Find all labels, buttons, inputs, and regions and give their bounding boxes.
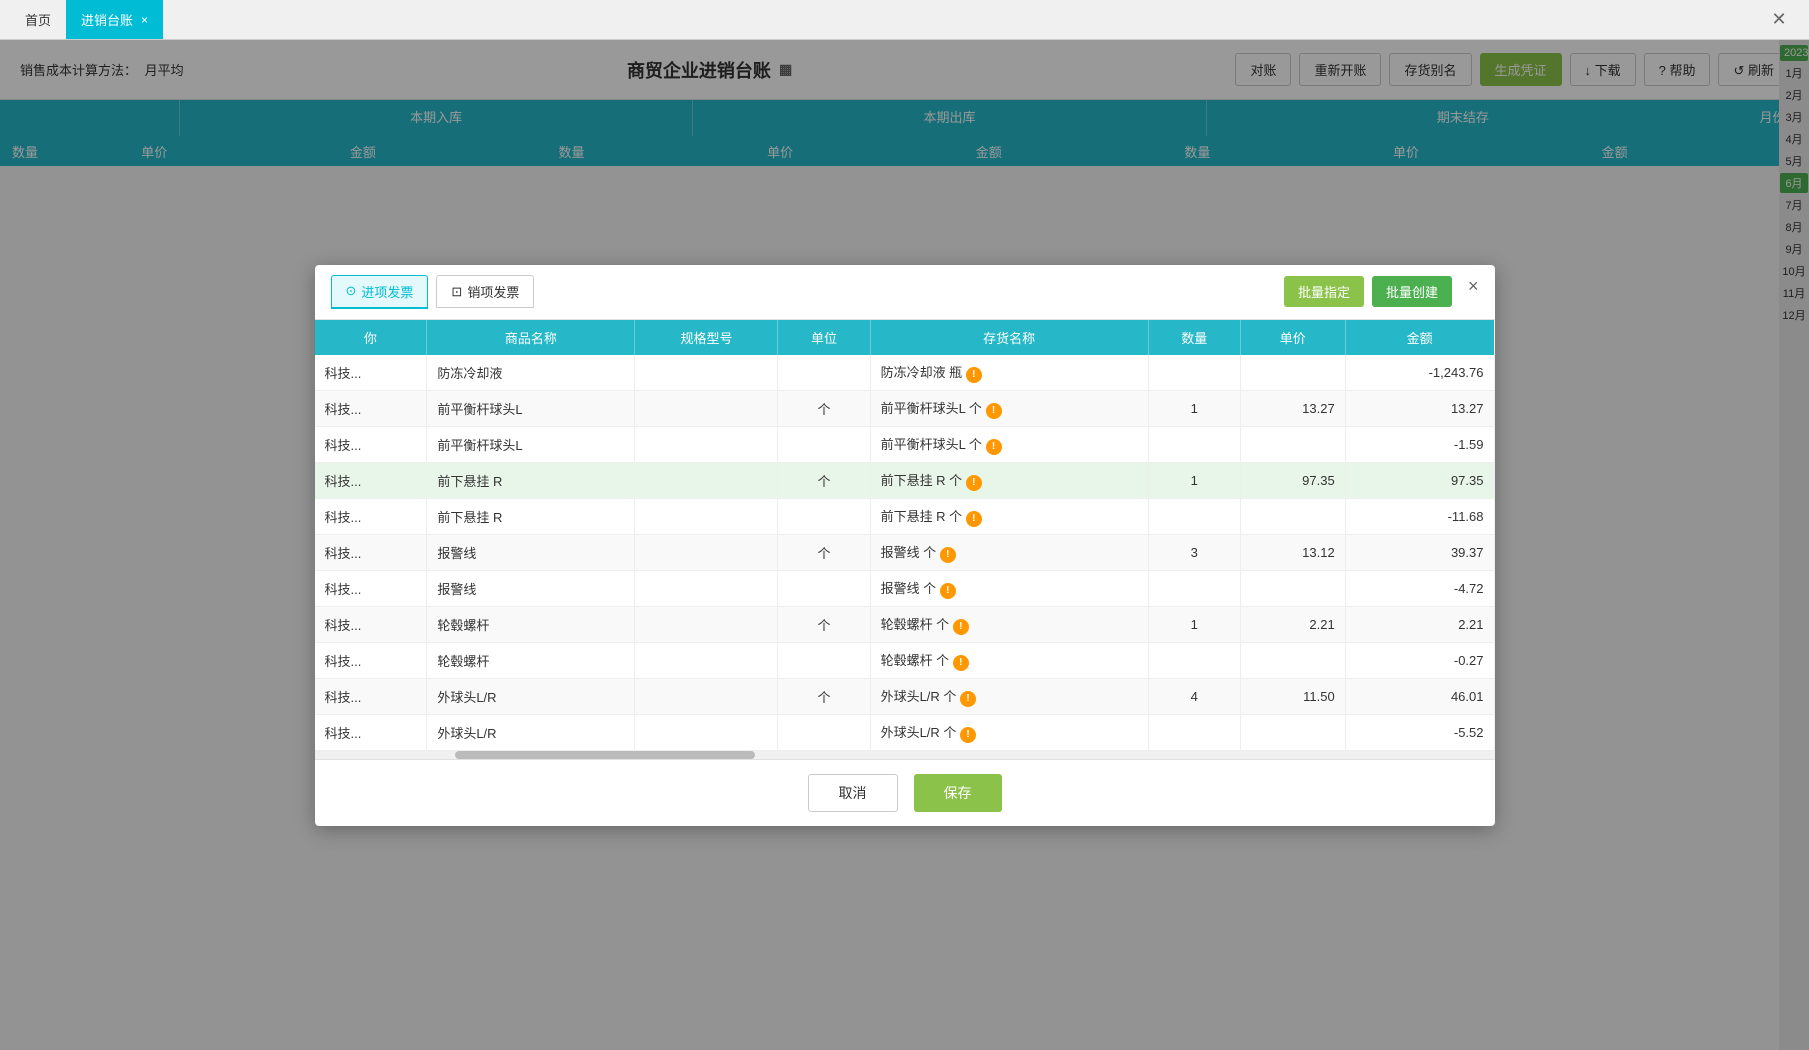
tab-label: 进销台账 — [81, 10, 133, 29]
window-close-icon: ✕ — [1771, 9, 1786, 30]
table-row[interactable]: 科技...外球头L/R个外球头L/R 个 !411.5046.01 — [315, 678, 1495, 714]
th-unit: 单位 — [778, 320, 870, 355]
modal-footer: 取消 保存 — [315, 759, 1495, 826]
window-close-button[interactable]: ✕ — [1759, 0, 1799, 40]
warning-icon: ! — [986, 403, 1002, 419]
table-row[interactable]: 科技...前平衡杆球头L个前平衡杆球头L 个 !113.2713.27 — [315, 390, 1495, 426]
invoice-table: 你 商品名称 规格型号 单位 存货名称 数量 单价 金额 科技...防冻冷却液防… — [315, 320, 1495, 751]
warning-icon: ! — [966, 367, 982, 383]
table-row[interactable]: 科技...报警线个报警线 个 !313.1239.37 — [315, 534, 1495, 570]
cancel-button[interactable]: 取消 — [808, 774, 898, 812]
tab-sales-invoice[interactable]: ⊡ 销项发票 — [436, 275, 534, 308]
save-button[interactable]: 保存 — [914, 774, 1002, 812]
th-product-name: 商品名称 — [427, 320, 635, 355]
tab-close-icon[interactable]: × — [141, 13, 148, 27]
table-row[interactable]: 科技...前下悬挂 R前下悬挂 R 个 !-11.68 — [315, 498, 1495, 534]
th-amount: 金额 — [1345, 320, 1494, 355]
warning-icon: ! — [940, 547, 956, 563]
modal-close-button[interactable]: × — [1468, 276, 1479, 307]
th-spec: 规格型号 — [635, 320, 778, 355]
tab-income-label: 进项发票 — [361, 282, 413, 301]
table-row[interactable]: 科技...轮毂螺杆个轮毂螺杆 个 !12.212.21 — [315, 606, 1495, 642]
table-row[interactable]: 科技...外球头L/R外球头L/R 个 !-5.52 — [315, 714, 1495, 750]
modal-dialog: ⊙ 进项发票 ⊡ 销项发票 批量指定 批量创建 × — [315, 265, 1495, 826]
main-area: 销售成本计算方法： 月平均 商贸企业进销台账 ▦ 对账 重新开账 存货别名 生成… — [0, 40, 1809, 1050]
th-price: 单价 — [1240, 320, 1345, 355]
warning-icon: ! — [953, 655, 969, 671]
warning-icon: ! — [966, 511, 982, 527]
warning-icon: ! — [960, 727, 976, 743]
table-row[interactable]: 科技...报警线报警线 个 !-4.72 — [315, 570, 1495, 606]
warning-icon: ! — [966, 475, 982, 491]
warning-icon: ! — [940, 583, 956, 599]
modal-table-wrapper: 你 商品名称 规格型号 单位 存货名称 数量 单价 金额 科技...防冻冷却液防… — [315, 320, 1495, 751]
tab-income-invoice[interactable]: ⊙ 进项发票 — [331, 275, 429, 309]
table-row[interactable]: 科技...前平衡杆球头L前平衡杆球头L 个 !-1.59 — [315, 426, 1495, 462]
home-tab[interactable]: 首页 — [10, 0, 66, 39]
th-qty: 数量 — [1148, 320, 1240, 355]
modal-horizontal-scrollbar[interactable] — [315, 751, 1495, 759]
th-inventory-name: 存货名称 — [870, 320, 1148, 355]
active-tab[interactable]: 进销台账 × — [66, 0, 163, 39]
batch-assign-button[interactable]: 批量指定 — [1284, 276, 1364, 307]
modal-header: ⊙ 进项发票 ⊡ 销项发票 批量指定 批量创建 × — [315, 265, 1495, 320]
batch-create-button[interactable]: 批量创建 — [1372, 276, 1452, 307]
top-bar: 首页 进销台账 × ✕ — [0, 0, 1809, 40]
tab-income-icon: ⊙ — [346, 283, 357, 299]
warning-icon: ! — [986, 439, 1002, 455]
scrollbar-thumb[interactable] — [455, 751, 755, 759]
table-row[interactable]: 科技...前下悬挂 R个前下悬挂 R 个 !197.3597.35 — [315, 462, 1495, 498]
tab-sales-icon: ⊡ — [451, 284, 462, 300]
th-supplier: 你 — [315, 320, 427, 355]
warning-icon: ! — [953, 619, 969, 635]
warning-icon: ! — [960, 691, 976, 707]
modal-header-actions: 批量指定 批量创建 × — [1284, 276, 1479, 307]
table-row[interactable]: 科技...防冻冷却液防冻冷却液 瓶 !-1,243.76 — [315, 355, 1495, 391]
modal-overlay: ⊙ 进项发票 ⊡ 销项发票 批量指定 批量创建 × — [0, 40, 1809, 1050]
tab-sales-label: 销项发票 — [467, 282, 519, 301]
table-header-row: 你 商品名称 规格型号 单位 存货名称 数量 单价 金额 — [315, 320, 1495, 355]
table-row[interactable]: 科技...轮毂螺杆轮毂螺杆 个 !-0.27 — [315, 642, 1495, 678]
home-label: 首页 — [25, 10, 51, 29]
